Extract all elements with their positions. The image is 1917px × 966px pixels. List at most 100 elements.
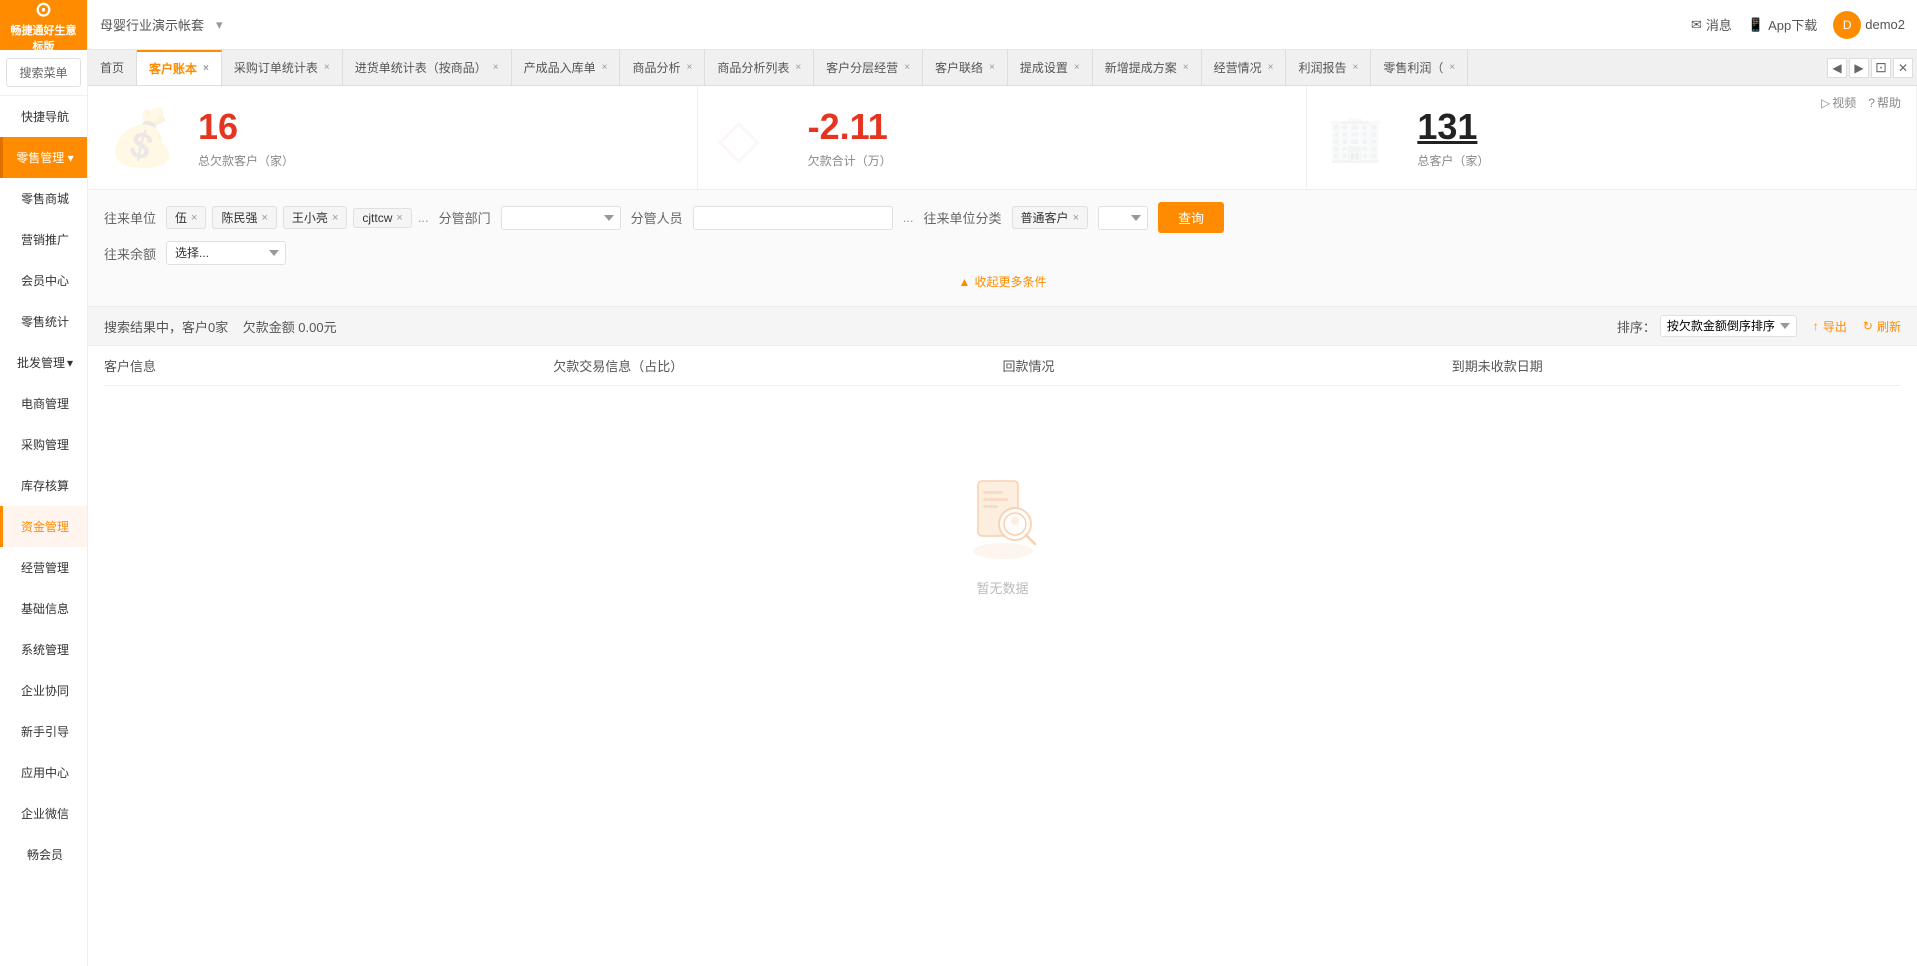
tab-production[interactable]: 产成品入库单 × <box>512 50 621 86</box>
filter-person-input[interactable] <box>693 206 893 230</box>
tab-close-operations-status[interactable]: × <box>1268 62 1274 73</box>
tab-profit-report[interactable]: 利润报告 × <box>1286 50 1371 86</box>
sidebar-item-retail-stats[interactable]: 零售统计 <box>0 301 87 342</box>
sidebar-item-finance[interactable]: 资金管理 <box>0 506 87 547</box>
tab-close-new-achieve[interactable]: × <box>1183 62 1189 73</box>
filter-person-label: 分管人员 <box>631 208 683 227</box>
col-due-date: 到期未收款日期 <box>1452 356 1901 375</box>
stat-debt-customers: 💰 16 总欠款客户（家） <box>88 86 698 189</box>
collapse-filter-button[interactable]: ▲ 收起更多条件 <box>959 273 1047 290</box>
filter-unit-label: 往来单位 <box>104 208 156 227</box>
sidebar-item-retail-mall[interactable]: 零售商城 <box>0 178 87 219</box>
query-button[interactable]: 查询 <box>1158 202 1224 233</box>
sidebar-item-ecommerce[interactable]: 电商管理 <box>0 383 87 424</box>
tab-purchase-order[interactable]: 采购订单统计表 × <box>222 50 343 86</box>
filter-tag-wang-close[interactable]: × <box>332 212 338 224</box>
filter-person-more[interactable]: ... <box>903 210 914 225</box>
messages-button[interactable]: ✉ 消息 <box>1691 15 1732 34</box>
tab-close-product-analysis-list[interactable]: × <box>795 62 801 73</box>
tab-close-profit-report[interactable]: × <box>1352 62 1358 73</box>
sidebar-item-quick-nav[interactable]: 快捷导航 <box>0 96 87 137</box>
sidebar-item-marketing[interactable]: 营销推广 <box>0 219 87 260</box>
tab-close-inbound-stats[interactable]: × <box>493 62 499 73</box>
filter-tag-normal-customer: 普通客户 × <box>1012 206 1088 229</box>
tab-close-purchase-order[interactable]: × <box>324 62 330 73</box>
tab-close-customer-connect[interactable]: × <box>989 62 995 73</box>
filter-category-tags: 普通客户 × <box>1012 206 1088 229</box>
user-avatar-area[interactable]: D demo2 <box>1833 11 1905 39</box>
sidebar-item-wechat[interactable]: 企业微信 <box>0 793 87 834</box>
tab-operations-status[interactable]: 经营情况 × <box>1202 50 1287 86</box>
filter-dept-select[interactable] <box>501 206 621 230</box>
filter-area: 往来单位 伍 × 陈民强 × 王小亮 × <box>88 190 1917 307</box>
tab-customer-segment[interactable]: 客户分层经营 × <box>814 50 923 86</box>
tab-next-button[interactable]: ▶ <box>1849 58 1869 78</box>
empty-text: 暂无数据 <box>976 578 1028 597</box>
filter-tag-cjttcw-close[interactable]: × <box>396 212 402 224</box>
sidebar-item-system[interactable]: 系统管理 <box>0 629 87 670</box>
stat-debt-customers-value: 16 <box>198 106 667 148</box>
result-bar: 搜索结果中，客户0家 欠款金额 0.00元 排序： 按欠款金额倒序排序 ↑ 导出 <box>88 307 1917 346</box>
topbar-account-label: 母婴行业演示帐套 <box>100 15 204 34</box>
tab-new-achieve[interactable]: 新增提成方案 × <box>1093 50 1202 86</box>
sidebar-item-enterprise[interactable]: 企业协同 <box>0 670 87 711</box>
tab-customer-account[interactable]: 客户账本 × <box>137 50 222 86</box>
page-content: 💰 16 总欠款客户（家） ◇ -2.11 欠款合计（万） 🏢 <box>88 86 1917 966</box>
tab-close-production[interactable]: × <box>602 62 608 73</box>
filter-category-select[interactable] <box>1098 206 1148 230</box>
sort-select[interactable]: 按欠款金额倒序排序 <box>1660 315 1797 337</box>
tab-customer-connect[interactable]: 客户联络 × <box>923 50 1008 86</box>
export-button[interactable]: ↑ 导出 <box>1813 318 1847 335</box>
tab-improve-settings[interactable]: 提成设置 × <box>1008 50 1093 86</box>
filter-more-tags[interactable]: ... <box>418 210 429 225</box>
col-debt-info: 欠款交易信息（占比） <box>553 356 1002 375</box>
sidebar-item-member2[interactable]: 畅会员 <box>0 834 87 875</box>
search-menu-button[interactable]: 搜索菜单 <box>6 58 81 87</box>
search-menu-area: 搜索菜单 <box>0 50 87 96</box>
tab-prev-button[interactable]: ◀ <box>1827 58 1847 78</box>
tab-maximize-button[interactable]: ⊡ <box>1871 58 1891 78</box>
tab-product-analysis[interactable]: 商品分析 × <box>620 50 705 86</box>
sidebar-item-purchase[interactable]: 采购管理 <box>0 424 87 465</box>
sidebar-item-app-center[interactable]: 应用中心 <box>0 752 87 793</box>
avatar: D <box>1833 11 1861 39</box>
refresh-button[interactable]: ↻ 刷新 <box>1863 318 1901 335</box>
sidebar-item-member[interactable]: 会员中心 <box>0 260 87 301</box>
tabbar-arrows: ◀ ▶ ⊡ ✕ <box>1827 58 1917 78</box>
tab-close-product-analysis[interactable]: × <box>686 62 692 73</box>
col-customer-info: 客户信息 <box>104 356 553 375</box>
stat-debt-customers-label: 总欠款客户（家） <box>198 152 667 169</box>
filter-tag-chen-close[interactable]: × <box>261 212 267 224</box>
sidebar-item-retail-mgmt[interactable]: 零售管理 ▾ <box>0 137 87 178</box>
sidebar-item-operations[interactable]: 经营管理 <box>0 547 87 588</box>
help-icon: ? <box>1868 96 1875 110</box>
chevron-down-icon[interactable]: ▾ <box>216 17 223 33</box>
empty-state: 暂无数据 <box>104 386 1901 677</box>
filter-tag-normal-close[interactable]: × <box>1073 212 1079 224</box>
filter-row-1: 往来单位 伍 × 陈民强 × 王小亮 × <box>104 202 1901 233</box>
tab-retail-profit[interactable]: 零售利润（ × <box>1371 50 1468 86</box>
help-link[interactable]: ? 帮助 <box>1868 94 1901 111</box>
tab-product-analysis-list[interactable]: 商品分析列表 × <box>705 50 814 86</box>
sidebar-item-inventory[interactable]: 库存核算 <box>0 465 87 506</box>
app-download-button[interactable]: 📱 App下载 <box>1748 15 1817 34</box>
tab-close-retail-profit[interactable]: × <box>1449 62 1455 73</box>
table-area: 客户信息 欠款交易信息（占比） 回款情况 到期未收款日期 <box>88 346 1917 677</box>
sidebar-item-basic-info[interactable]: 基础信息 <box>0 588 87 629</box>
sidebar-item-new-guide[interactable]: 新手引导 <box>0 711 87 752</box>
sidebar-item-wholesale[interactable]: 批发管理 ▾ <box>0 342 87 383</box>
result-actions: 排序： 按欠款金额倒序排序 ↑ 导出 ↻ 刷新 <box>1617 315 1901 337</box>
collapse-icon: ▲ <box>959 275 971 289</box>
tab-home[interactable]: 首页 <box>88 50 137 86</box>
app-logo[interactable]: ⊙ 畅捷通好生意 标版 <box>0 0 87 50</box>
filter-tag-wu-close[interactable]: × <box>191 212 197 224</box>
tab-inbound-stats[interactable]: 进货单统计表（按商品） × <box>343 50 512 86</box>
filter-tag-chen: 陈民强 × <box>212 206 276 229</box>
tab-close-improve-settings[interactable]: × <box>1074 62 1080 73</box>
tab-close-all-button[interactable]: ✕ <box>1893 58 1913 78</box>
video-link[interactable]: ▷ 视频 <box>1821 94 1856 111</box>
filter-balance-select[interactable]: 选择... <box>166 241 286 265</box>
tab-close-customer-account[interactable]: × <box>203 63 209 74</box>
phone-icon: 📱 <box>1748 17 1764 33</box>
tab-close-customer-segment[interactable]: × <box>904 62 910 73</box>
